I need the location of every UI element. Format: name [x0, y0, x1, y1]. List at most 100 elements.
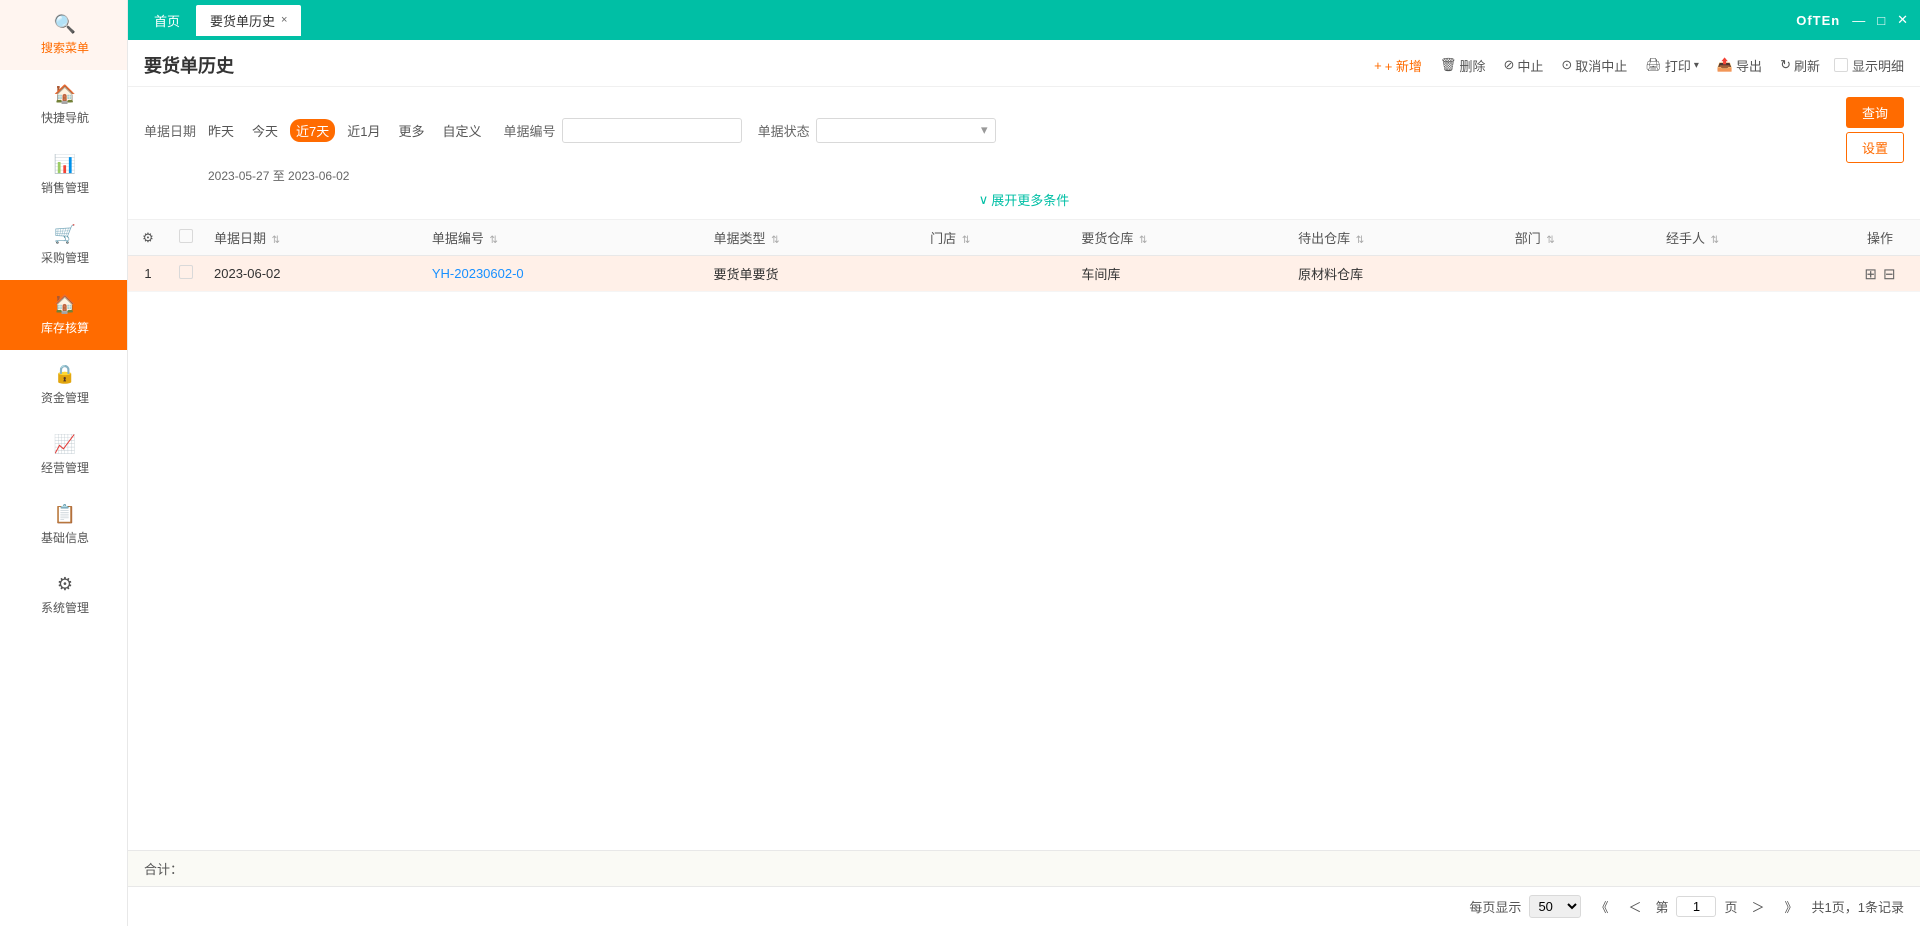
- export-icon: 📤: [1717, 57, 1733, 73]
- delete-icon: 🗑: [1440, 57, 1457, 73]
- display-detail-label: 显示明细: [1852, 56, 1904, 75]
- sidebar-item-quick-nav[interactable]: 🏠 快捷导航: [0, 70, 127, 140]
- view-icon[interactable]: ⊞: [1864, 265, 1877, 283]
- export-button[interactable]: 📤 导出: [1713, 54, 1766, 77]
- td-checkbox: [168, 256, 204, 292]
- refresh-button[interactable]: ↻ 刷新: [1776, 54, 1824, 77]
- td-pending-warehouse: 原材料仓库: [1288, 256, 1505, 292]
- close-window-icon[interactable]: ✕: [1897, 12, 1908, 28]
- edit-icon[interactable]: ⊟: [1883, 265, 1896, 283]
- per-page-select[interactable]: 50 10 20 100: [1529, 895, 1581, 918]
- action-icons: ⊞ ⊟: [1850, 265, 1910, 283]
- sort-icon: ⇅: [771, 235, 779, 246]
- top-bar: 首页 要货单历史 × OfTEn — □ ✕: [128, 0, 1920, 40]
- th-pending-warehouse[interactable]: 待出仓库 ⇅: [1288, 220, 1505, 256]
- th-req-warehouse[interactable]: 要货仓库 ⇅: [1071, 220, 1288, 256]
- date-label: 单据日期: [144, 121, 196, 140]
- minimize-icon[interactable]: —: [1852, 13, 1865, 28]
- th-doc-date[interactable]: 单据日期 ⇅: [204, 220, 422, 256]
- th-doc-type[interactable]: 单据类型 ⇅: [703, 220, 920, 256]
- sidebar-item-finance-mgmt[interactable]: 🔒 资金管理: [0, 350, 127, 420]
- sidebar-item-basic-info[interactable]: 📋 基础信息: [0, 490, 127, 560]
- th-handler[interactable]: 经手人 ⇅: [1656, 220, 1840, 256]
- th-store[interactable]: 门店 ⇅: [920, 220, 1071, 256]
- prev-page-button[interactable]: ＜: [1622, 895, 1647, 918]
- th-action: 操作: [1840, 220, 1920, 256]
- clipboard-icon: 📋: [54, 504, 76, 525]
- sidebar-item-inventory[interactable]: 🏠 库存核算: [0, 280, 127, 350]
- doc-status-select[interactable]: [816, 118, 996, 143]
- maximize-icon[interactable]: □: [1877, 13, 1885, 28]
- brand-text: OfTEn: [1796, 13, 1840, 28]
- new-button[interactable]: + + 新增: [1370, 54, 1426, 77]
- first-page-button[interactable]: 《: [1589, 895, 1614, 918]
- th-checkbox: [168, 220, 204, 256]
- page-suffix: 页: [1724, 897, 1737, 916]
- sort-icon: ⇅: [272, 235, 280, 246]
- date-btn-custom[interactable]: 自定义: [437, 119, 488, 142]
- display-detail-checkbox[interactable]: [1834, 58, 1848, 72]
- sidebar-item-label: 资金管理: [41, 389, 89, 406]
- doc-number-link[interactable]: YH-20230602-0: [432, 266, 524, 281]
- query-button[interactable]: 查询: [1846, 97, 1904, 128]
- expand-label: 展开更多条件: [991, 190, 1069, 209]
- print-button[interactable]: 🖨 打印 ▾: [1641, 54, 1703, 77]
- next-page-button[interactable]: ＞: [1746, 895, 1771, 918]
- sidebar-item-label: 采购管理: [41, 249, 89, 266]
- settings-icon[interactable]: ⚙: [142, 230, 154, 245]
- table-header-row: ⚙ 单据日期 ⇅ 单据编号 ⇅: [128, 220, 1920, 256]
- date-btn-today[interactable]: 今天: [246, 119, 284, 142]
- th-store-label: 门店: [930, 231, 956, 246]
- th-department[interactable]: 部门 ⇅: [1505, 220, 1656, 256]
- td-settings: 1: [128, 256, 168, 292]
- filter-area: 单据日期 昨天 今天 近7天 近1月 更多 自定义 单据编号 单据状态: [128, 87, 1920, 220]
- table-area: ⚙ 单据日期 ⇅ 单据编号 ⇅: [128, 220, 1920, 850]
- date-range-display: 2023-05-27 至 2023-06-02: [204, 167, 1904, 184]
- stop-icon: ⊘: [1503, 57, 1514, 73]
- cancel-stop-button[interactable]: ⊙ 取消中止: [1557, 54, 1631, 77]
- td-department: [1505, 256, 1656, 292]
- chevron-down-icon: ∨: [979, 192, 989, 208]
- th-settings: ⚙: [128, 220, 168, 256]
- td-doc-type: 要货单要货: [703, 256, 920, 292]
- date-btn-last7days[interactable]: 近7天: [290, 119, 335, 142]
- settings-button[interactable]: 设置: [1846, 132, 1904, 163]
- cancel-stop-icon: ⊙: [1561, 57, 1572, 73]
- th-doc-number[interactable]: 单据编号 ⇅: [422, 220, 704, 256]
- display-detail-toggle[interactable]: 显示明细: [1834, 56, 1904, 75]
- date-btn-yesterday[interactable]: 昨天: [202, 119, 240, 142]
- tab-requisition-label: 要货单历史: [210, 11, 275, 30]
- sidebar-item-sales-mgmt[interactable]: 📊 销售管理: [0, 140, 127, 210]
- sidebar-item-label: 经营管理: [41, 459, 89, 476]
- tab-close-icon[interactable]: ×: [281, 14, 287, 26]
- delete-button[interactable]: 🗑 删除: [1436, 54, 1490, 77]
- expand-more-btn[interactable]: ∨ 展开更多条件: [979, 190, 1070, 209]
- data-table: ⚙ 单据日期 ⇅ 单据编号 ⇅: [128, 220, 1920, 292]
- print-dropdown-icon: ▾: [1694, 60, 1699, 71]
- sidebar-item-search-menu[interactable]: 🔍 搜索菜单: [0, 0, 127, 70]
- sort-icon: ⇅: [1139, 235, 1147, 246]
- lock-icon: 🔒: [54, 364, 76, 385]
- select-all-checkbox[interactable]: [179, 229, 193, 243]
- sort-icon: ⇅: [1546, 235, 1554, 246]
- page-header: 要货单历史 + + 新增 🗑 删除 ⊘ 中止 ⊙ 取消中止: [128, 40, 1920, 87]
- doc-status-filter-group: 单据状态: [758, 118, 996, 143]
- sidebar-item-operations-mgmt[interactable]: 📈 经营管理: [0, 420, 127, 490]
- print-label: 打印: [1665, 56, 1691, 75]
- cancel-stop-label: 取消中止: [1575, 56, 1627, 75]
- row-checkbox[interactable]: [179, 265, 193, 279]
- tab-home[interactable]: 首页: [140, 5, 194, 36]
- date-btn-last1month[interactable]: 近1月: [341, 119, 386, 142]
- th-handler-label: 经手人: [1666, 231, 1705, 246]
- trending-icon: 📈: [54, 434, 76, 455]
- date-btn-more[interactable]: 更多: [393, 119, 431, 142]
- stop-button[interactable]: ⊘ 中止: [1499, 54, 1547, 77]
- new-icon: +: [1374, 58, 1382, 73]
- page-input[interactable]: [1676, 896, 1716, 917]
- sidebar-item-system-mgmt[interactable]: ⚙ 系统管理: [0, 560, 127, 630]
- th-req-warehouse-label: 要货仓库: [1081, 231, 1133, 246]
- sidebar-item-purchase-mgmt[interactable]: 🛒 采购管理: [0, 210, 127, 280]
- doc-number-input[interactable]: [562, 118, 742, 143]
- last-page-button[interactable]: 》: [1779, 895, 1804, 918]
- tab-requisition-history[interactable]: 要货单历史 ×: [196, 5, 301, 36]
